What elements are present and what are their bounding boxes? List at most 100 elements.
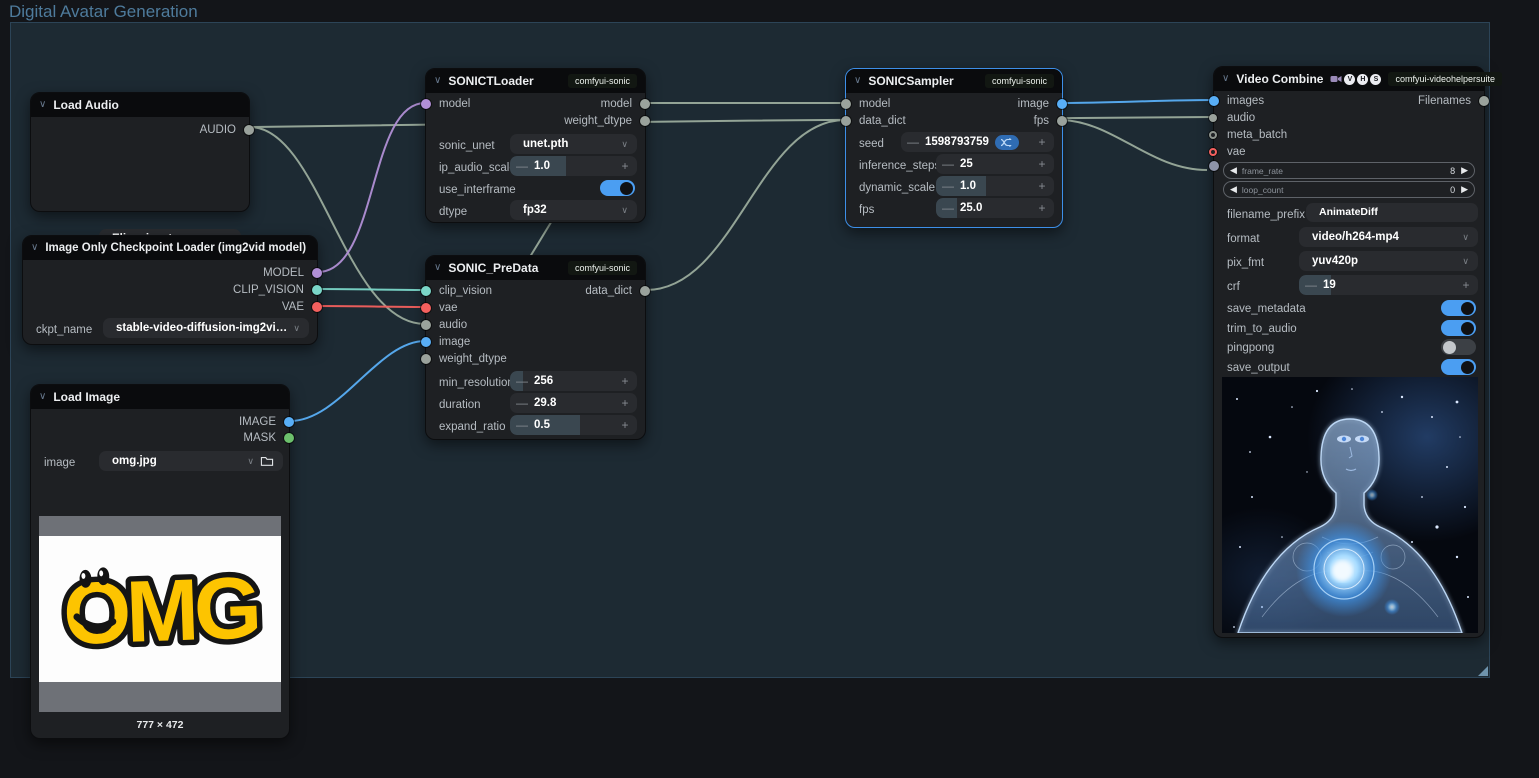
node-graph-canvas[interactable]: Digital Avatar Generation ∨ Load Audio A… bbox=[0, 0, 1539, 778]
pingpong-toggle[interactable] bbox=[1441, 339, 1476, 355]
decrement-button[interactable]: — bbox=[936, 154, 960, 174]
input-port-image[interactable] bbox=[421, 337, 431, 347]
collapse-icon[interactable]: ∨ bbox=[31, 243, 38, 253]
increment-button[interactable]: + bbox=[1030, 132, 1054, 152]
input-port-vae[interactable] bbox=[1209, 148, 1217, 156]
output-port-audio[interactable] bbox=[244, 125, 254, 135]
input-port-model[interactable] bbox=[421, 99, 431, 109]
collapse-icon[interactable]: ∨ bbox=[854, 76, 861, 86]
increment-button[interactable]: + bbox=[1454, 275, 1478, 295]
ckpt-name-select[interactable]: stable-video-diffusion-img2vid-xt-1-1/..… bbox=[103, 318, 309, 338]
node-checkpoint-loader[interactable]: ∨ Image Only Checkpoint Loader (img2vid … bbox=[22, 235, 322, 345]
ip-audio-scale-input[interactable]: — 1.0 + bbox=[510, 156, 637, 176]
increment-button[interactable]: + bbox=[1030, 198, 1054, 218]
node-header[interactable]: ∨ Load Image bbox=[31, 385, 289, 409]
input-label-data-dict: data_dict bbox=[859, 115, 906, 127]
increment-button[interactable]: + bbox=[613, 393, 637, 413]
output-port-clip-vision[interactable] bbox=[312, 285, 322, 295]
step-right-icon[interactable]: ▶ bbox=[1461, 184, 1468, 195]
output-port-image[interactable] bbox=[1057, 99, 1067, 109]
use-interframe-toggle[interactable] bbox=[600, 180, 635, 196]
node-sonic-sampler[interactable]: ∨ SONICSampler comfyui-sonic model image… bbox=[841, 68, 1067, 228]
chevron-down-icon: ∨ bbox=[247, 456, 254, 466]
input-port-clip-vision[interactable] bbox=[421, 286, 431, 296]
collapse-icon[interactable]: ∨ bbox=[39, 392, 46, 402]
input-port-audio[interactable] bbox=[421, 320, 431, 330]
node-header[interactable]: ∨ SONIC_PreData comfyui-sonic bbox=[426, 256, 645, 280]
decrement-button[interactable]: — bbox=[901, 132, 925, 152]
output-port-vae[interactable] bbox=[312, 302, 322, 312]
loop-count-slider[interactable]: ◀ loop_count 0 ▶ bbox=[1223, 181, 1475, 198]
output-port-mask[interactable] bbox=[284, 433, 294, 443]
node-video-combine[interactable]: ∨ Video Combine V H S comfyui-videohelpe… bbox=[1182, 66, 1539, 647]
node-load-audio[interactable]: ∨ Load Audio AUDIO audio Eli_voice_to_ch… bbox=[30, 92, 254, 297]
video-preview[interactable] bbox=[1182, 332, 1539, 647]
collapse-icon[interactable]: ∨ bbox=[434, 76, 441, 86]
increment-button[interactable]: + bbox=[613, 415, 637, 435]
folder-icon[interactable] bbox=[260, 455, 274, 467]
input-port-vae[interactable] bbox=[421, 303, 431, 313]
randomize-seed-icon[interactable] bbox=[994, 134, 1019, 150]
decrement-button[interactable]: — bbox=[936, 198, 960, 218]
increment-button[interactable]: + bbox=[613, 371, 637, 391]
image-file-select[interactable]: omg.jpg ∨ bbox=[99, 451, 283, 471]
input-port-audio[interactable] bbox=[1209, 114, 1217, 122]
format-select[interactable]: video/h264-mp4 ∨ bbox=[1299, 227, 1478, 247]
decrement-button[interactable]: — bbox=[510, 371, 534, 391]
filename-prefix-input[interactable]: AnimateDiff bbox=[1306, 203, 1478, 222]
node-header[interactable]: ∨ Load Audio bbox=[31, 93, 249, 117]
node-header[interactable]: ∨ Video Combine V H S comfyui-videohelpe… bbox=[1214, 67, 1503, 91]
input-port-model[interactable] bbox=[841, 99, 851, 109]
trim-to-audio-toggle[interactable] bbox=[1441, 320, 1476, 336]
input-port-frame-rate[interactable] bbox=[1209, 161, 1219, 171]
node-sonic-predata[interactable]: ∨ SONIC_PreData comfyui-sonic clip_visio… bbox=[421, 255, 650, 440]
output-port-weight-dtype[interactable] bbox=[640, 116, 650, 126]
decrement-button[interactable]: — bbox=[936, 176, 960, 196]
decrement-button[interactable]: — bbox=[510, 393, 534, 413]
output-port-model[interactable] bbox=[640, 99, 650, 109]
input-port-data-dict[interactable] bbox=[841, 116, 851, 126]
min-resolution-input[interactable]: — 256 + bbox=[510, 371, 637, 391]
input-port-weight-dtype[interactable] bbox=[421, 354, 431, 364]
node-header[interactable]: ∨ SONICSampler comfyui-sonic bbox=[846, 69, 1062, 93]
collapse-icon[interactable]: ∨ bbox=[1222, 74, 1229, 84]
increment-button[interactable]: + bbox=[1030, 176, 1054, 196]
step-right-icon[interactable]: ▶ bbox=[1461, 165, 1468, 176]
inference-steps-input[interactable]: — 25 + bbox=[936, 154, 1054, 174]
increment-button[interactable]: + bbox=[613, 156, 637, 176]
expand-ratio-input[interactable]: — 0.5 + bbox=[510, 415, 637, 435]
step-left-icon[interactable]: ◀ bbox=[1230, 165, 1237, 176]
node-title: Video Combine bbox=[1236, 72, 1324, 86]
node-load-image[interactable]: ∨ Load Image IMAGE MASK image omg.jpg ∨ bbox=[30, 384, 294, 739]
decrement-button[interactable]: — bbox=[510, 415, 534, 435]
output-port-data-dict[interactable] bbox=[640, 286, 650, 296]
input-label-audio: audio bbox=[1227, 112, 1256, 124]
dtype-select[interactable]: fp32 ∨ bbox=[510, 200, 637, 220]
output-port-image[interactable] bbox=[284, 417, 294, 427]
fps-input[interactable]: — 25.0 + bbox=[936, 198, 1054, 218]
input-port-meta-batch[interactable] bbox=[1209, 131, 1217, 139]
input-port-images[interactable] bbox=[1209, 96, 1219, 106]
dynamic-scale-input[interactable]: — 1.0 + bbox=[936, 176, 1054, 196]
increment-button[interactable]: + bbox=[1030, 154, 1054, 174]
collapse-icon[interactable]: ∨ bbox=[39, 100, 46, 110]
collapse-icon[interactable]: ∨ bbox=[434, 263, 441, 273]
output-port-filenames[interactable] bbox=[1479, 96, 1489, 106]
crf-input[interactable]: — 19 + bbox=[1299, 275, 1478, 295]
pix-fmt-select[interactable]: yuv420p ∨ bbox=[1299, 251, 1478, 271]
node-sonic-tloader[interactable]: ∨ SONICTLoader comfyui-sonic model model… bbox=[421, 68, 650, 223]
widget-label-use-interframe: use_interframe bbox=[439, 184, 516, 196]
node-header[interactable]: ∨ SONICTLoader comfyui-sonic bbox=[426, 69, 645, 93]
save-output-toggle[interactable] bbox=[1441, 359, 1476, 375]
node-header[interactable]: ∨ Image Only Checkpoint Loader (img2vid … bbox=[23, 236, 317, 260]
decrement-button[interactable]: — bbox=[1299, 275, 1323, 295]
sonic-unet-select[interactable]: unet.pth ∨ bbox=[510, 134, 637, 154]
save-metadata-toggle[interactable] bbox=[1441, 300, 1476, 316]
frame-rate-slider[interactable]: ◀ frame_rate 8 ▶ bbox=[1223, 162, 1475, 179]
seed-input[interactable]: — 1598793759 + bbox=[901, 132, 1054, 152]
duration-input[interactable]: — 29.8 + bbox=[510, 393, 637, 413]
output-port-model[interactable] bbox=[312, 268, 322, 278]
step-left-icon[interactable]: ◀ bbox=[1230, 184, 1237, 195]
output-port-fps[interactable] bbox=[1057, 116, 1067, 126]
decrement-button[interactable]: — bbox=[510, 156, 534, 176]
